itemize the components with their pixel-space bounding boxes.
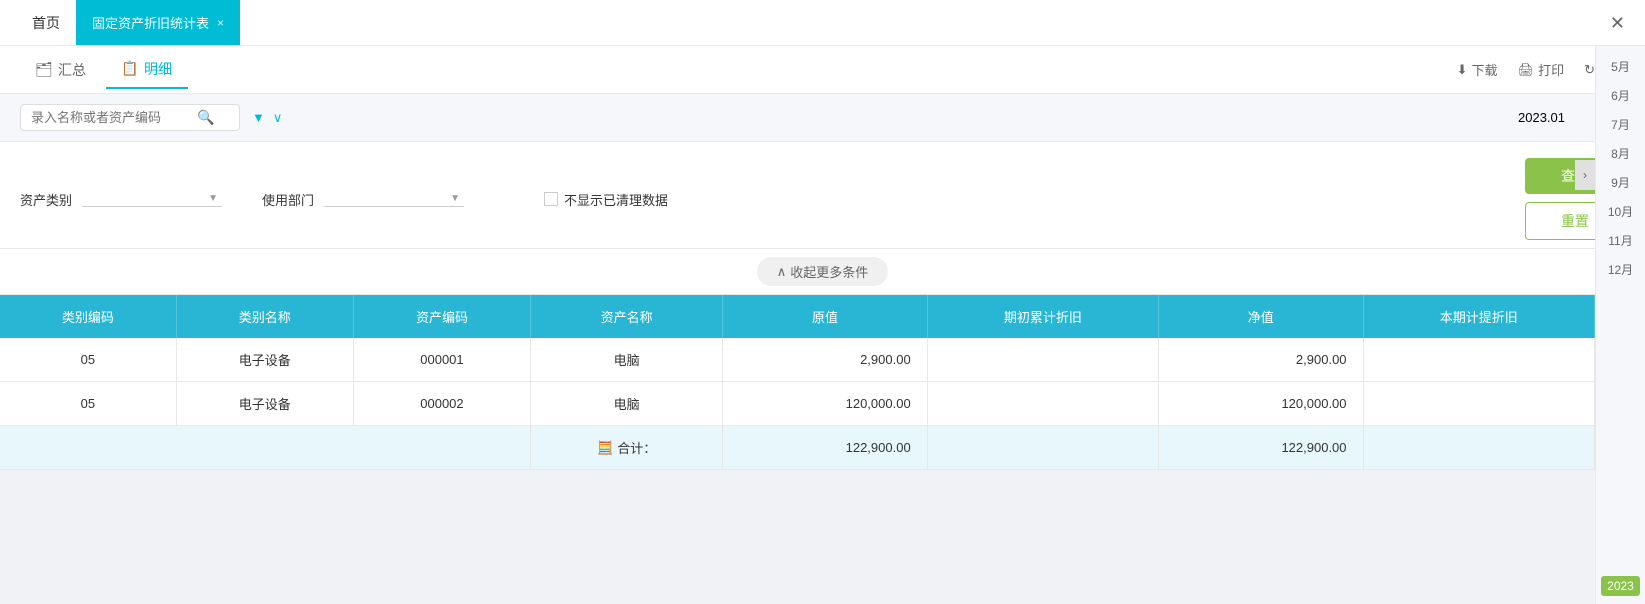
cell-category-name: 电子设备 [176,338,353,382]
cell-accumulated-dep [927,338,1158,382]
cell-net-value: 120,000.00 [1159,382,1363,426]
nav-tab-label: 固定资产折旧统计表 [92,13,209,32]
col-category-code: 类别编码 [0,295,176,338]
more-conditions-button[interactable]: ▼ ∨ [252,110,282,126]
cell-asset-code: 000001 [353,338,530,382]
filter-row: 资产类别 ▼ 使用部门 ▼ 不显示已清理数据 查询 重置 [20,158,1625,240]
cell-category-name: 电子设备 [176,382,353,426]
collapse-bar: ∧ 收起更多条件 [0,249,1645,295]
summary-icon: 🗂 [36,62,52,78]
search-input[interactable] [31,110,191,125]
toolbar: 🗂 汇总 📋 明细 ⬇ 下载 🖨 打印 ↻ 刷新 [0,46,1645,94]
scroll-right-arrow[interactable]: › [1575,160,1595,190]
col-asset-name: 资产名称 [531,295,723,338]
month-5[interactable]: 5月 [1603,54,1638,79]
col-net-value: 净值 [1159,295,1363,338]
total-original-value: 122,900.00 [723,426,927,470]
col-asset-code: 资产编码 [353,295,530,338]
window-close-button[interactable]: ✕ [1610,13,1625,34]
nav-tab-close[interactable]: × [217,16,224,30]
top-nav: 首页 固定资产折旧统计表 × ✕ [0,0,1645,46]
right-panel: 5月 6月 7月 8月 9月 10月 11月 12月 2023 [1595,46,1645,604]
col-accumulated-dep: 期初累计折旧 [927,295,1158,338]
table-container: 类别编码 类别名称 资产编码 资产名称 原值 期初累计折旧 净值 本期计提折旧 … [0,295,1595,470]
total-period-dep [1363,426,1594,470]
download-icon: ⬇ [1457,62,1468,78]
hide-cleared-label: 不显示已清理数据 [564,190,668,209]
print-button[interactable]: 🖨 打印 [1518,60,1565,79]
asset-category-select[interactable]: ▼ [82,191,222,207]
print-label: 打印 [1538,60,1564,79]
cell-asset-name: 电脑 [531,382,723,426]
month-10[interactable]: 10月 [1600,199,1641,224]
total-icon: 🧮 [597,440,613,456]
total-icon-cell [0,426,531,470]
filter-icon: ▼ [252,110,265,125]
col-original-value: 原值 [723,295,927,338]
refresh-icon: ↻ [1584,62,1595,78]
department-arrow: ▼ [450,193,460,204]
month-12[interactable]: 12月 [1600,257,1641,282]
month-6[interactable]: 6月 [1603,83,1638,108]
collapse-button[interactable]: ∧ 收起更多条件 [757,257,889,286]
tab-detail[interactable]: 📋 明细 [106,51,188,89]
col-period-dep: 本期计提折旧 [1363,295,1594,338]
collapse-label: 收起更多条件 [790,262,868,281]
tab-summary-label: 汇总 [58,60,86,80]
total-net-value: 122,900.00 [1159,426,1363,470]
collapse-icon: ∧ [777,264,787,280]
total-label-text: 合计： [617,438,656,457]
table-body: 05 电子设备 000001 电脑 2,900.00 2,900.00 05 电… [0,338,1595,470]
search-bar: 🔍 ▼ ∨ › 2023.01 [0,94,1645,142]
total-label-cell: 🧮 合计： [531,426,723,470]
filter-hide-cleared: 不显示已清理数据 [544,190,668,209]
cell-period-dep [1363,382,1594,426]
filter-department: 使用部门 ▼ [262,190,464,209]
month-7[interactable]: 7月 [1603,112,1638,137]
cell-period-dep [1363,338,1594,382]
table-row: 05 电子设备 000001 电脑 2,900.00 2,900.00 [0,338,1595,382]
nav-tab-active[interactable]: 固定资产折旧统计表 × [76,0,240,45]
cell-category-code: 05 [0,338,176,382]
table-row: 05 电子设备 000002 电脑 120,000.00 120,000.00 [0,382,1595,426]
print-icon: 🖨 [1518,62,1535,78]
hide-cleared-checkbox[interactable] [544,192,558,206]
chevron-down-icon: ∨ [273,110,283,126]
table-total-row: 🧮 合计： 122,900.00 122,900.00 [0,426,1595,470]
cell-accumulated-dep [927,382,1158,426]
download-button[interactable]: ⬇ 下载 [1457,60,1498,79]
col-category-name: 类别名称 [176,295,353,338]
data-table: 类别编码 类别名称 资产编码 资产名称 原值 期初累计折旧 净值 本期计提折旧 … [0,295,1595,470]
year-badge[interactable]: 2023 [1601,576,1640,596]
month-11[interactable]: 11月 [1600,228,1640,253]
asset-category-label: 资产类别 [20,190,72,209]
nav-home[interactable]: 首页 [16,0,76,45]
tab-detail-label: 明细 [144,59,172,79]
download-label: 下载 [1472,60,1498,79]
tab-summary[interactable]: 🗂 汇总 [20,52,102,88]
cell-net-value: 2,900.00 [1159,338,1363,382]
month-8[interactable]: 8月 [1603,141,1638,166]
search-input-wrap[interactable]: 🔍 [20,104,240,131]
month-9[interactable]: 9月 [1603,170,1638,195]
current-date: 2023.01 [1518,110,1565,125]
filter-asset-category: 资产类别 ▼ [20,190,222,209]
detail-icon: 📋 [122,61,138,77]
cell-asset-code: 000002 [353,382,530,426]
filter-area: 资产类别 ▼ 使用部门 ▼ 不显示已清理数据 查询 重置 [0,142,1645,249]
cell-category-code: 05 [0,382,176,426]
table-header-row: 类别编码 类别名称 资产编码 资产名称 原值 期初累计折旧 净值 本期计提折旧 [0,295,1595,338]
search-icon: 🔍 [197,109,214,126]
total-accumulated-dep [927,426,1158,470]
department-label: 使用部门 [262,190,314,209]
cell-original-value: 2,900.00 [723,338,927,382]
asset-category-arrow: ▼ [208,193,218,204]
department-select[interactable]: ▼ [324,191,464,207]
cell-original-value: 120,000.00 [723,382,927,426]
cell-asset-name: 电脑 [531,338,723,382]
